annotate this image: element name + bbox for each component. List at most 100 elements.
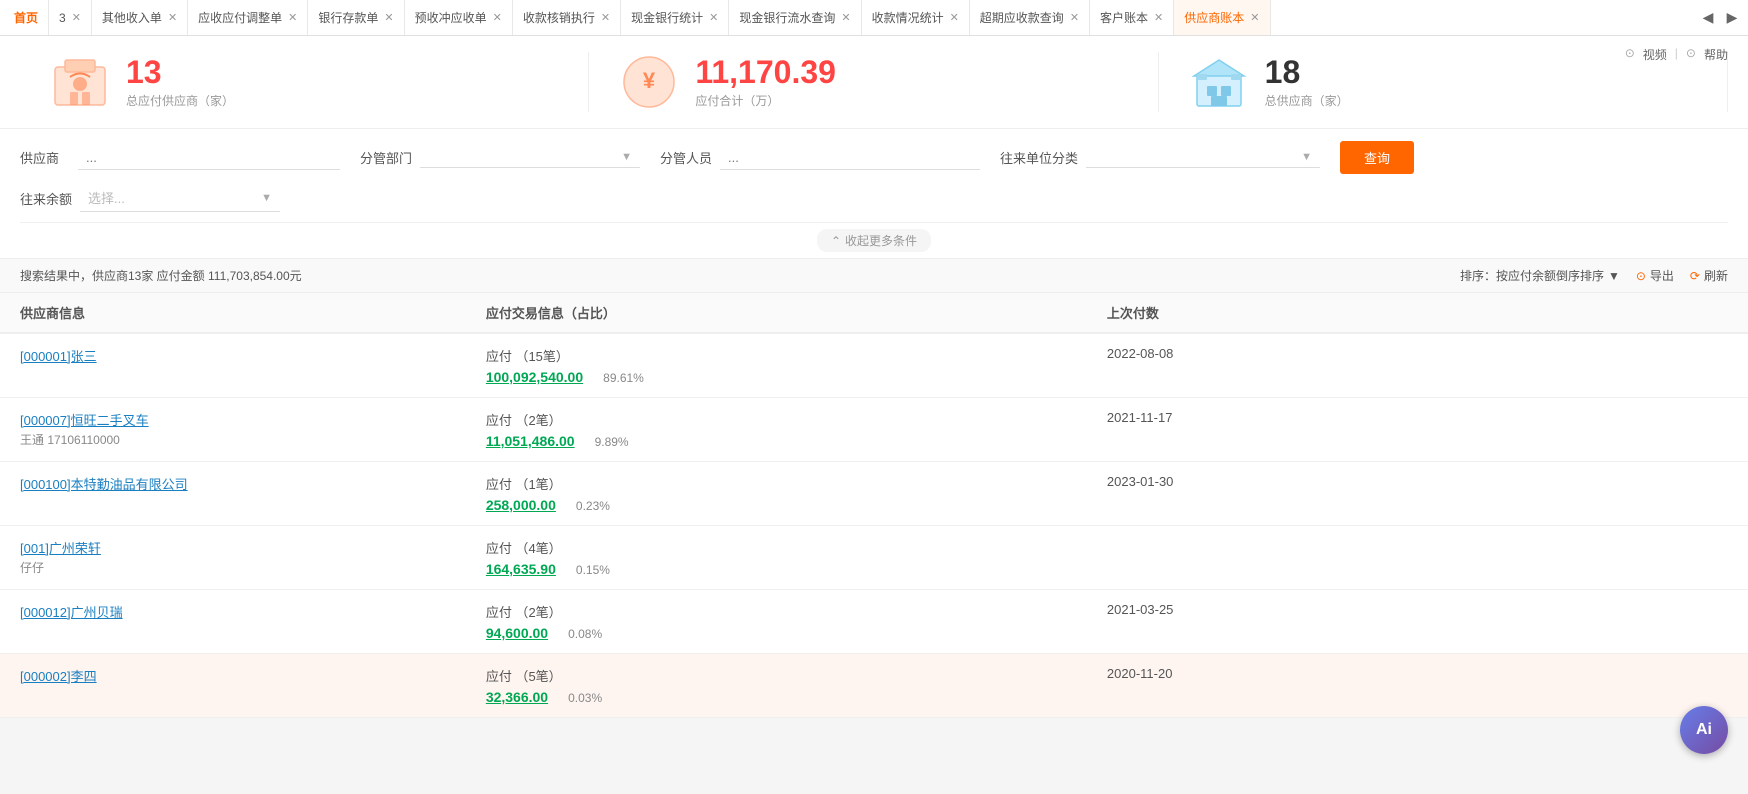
supplier-account-close-icon[interactable]: ✕ [1250, 11, 1259, 24]
nav-tab-collect-stats[interactable]: 收款情况统计 ✕ [862, 0, 970, 36]
table-row: [001]广州荣轩 仔仔 应付 （4笔） 164,635.90 0.15% [0, 526, 1748, 590]
help-link[interactable]: 帮助 [1704, 46, 1728, 63]
row2-last-pay-date: 2021-11-17 [1107, 410, 1173, 425]
row4-supplier-link[interactable]: [001]广州荣轩 [20, 538, 486, 557]
row3-txn-pct: 0.23% [576, 499, 610, 513]
nav-tab-3[interactable]: 3 ✕ [49, 0, 92, 36]
refresh-icon: ⟳ [1690, 269, 1700, 283]
nav-tab-bank-deposit[interactable]: 银行存款单 ✕ [308, 0, 404, 36]
total-suppliers-label: 总供应商（家） [1265, 92, 1349, 109]
circle-icon2: ⊙ [1686, 46, 1696, 63]
row5-txn-pct: 0.08% [568, 627, 602, 641]
nav-tab-overdue-collect[interactable]: 超期应收款查询 ✕ [970, 0, 1090, 36]
row6-txn-label: 应付 （5笔） [486, 666, 1107, 685]
row2-txn-amount[interactable]: 11,051,486.00 [486, 433, 575, 449]
supplier-account-label: 供应商账本 [1184, 9, 1244, 26]
category-filter-select[interactable]: ▼ [1086, 147, 1320, 168]
row3-txn-count: 1笔 [528, 477, 548, 492]
table-row: [000001]张三 应付 （15笔） 100,092,540.00 89.61… [0, 334, 1748, 398]
collapse-up-icon: ⌃ [831, 234, 841, 248]
tab-3-close-icon[interactable]: ✕ [72, 11, 81, 24]
row5-supplier-link[interactable]: [000012]广州贝瑞 [20, 602, 486, 621]
filter-person: 分管人员 [660, 146, 980, 170]
row6-txn-amount[interactable]: 32,366.00 [486, 689, 548, 705]
search-button[interactable]: 查询 [1340, 141, 1414, 174]
other-income-close-icon[interactable]: ✕ [168, 11, 177, 24]
cash-bank-flow-close-icon[interactable]: ✕ [841, 11, 850, 24]
nav-tab-home[interactable]: 首页 [4, 0, 49, 36]
nav-tab-advance-collect[interactable]: 预收冲应收单 ✕ [405, 0, 513, 36]
payable-suppliers-text: 13 总应付供应商（家） [126, 56, 234, 109]
collapse-button[interactable]: ⌃ 收起更多条件 [817, 229, 931, 252]
bank-deposit-close-icon[interactable]: ✕ [384, 11, 393, 24]
advance-collect-close-icon[interactable]: ✕ [493, 11, 502, 24]
nav-tab-cash-bank-stats[interactable]: 现金银行统计 ✕ [621, 0, 729, 36]
row4-txn-row: 164,635.90 0.15% [486, 559, 1107, 577]
result-summary-text: 搜索结果中，供应商13家 应付金额 111,703,854.00元 [20, 267, 1460, 284]
filter-row-1: 供应商 分管部门 ▼ 分管人员 往来单位分类 ▼ 查询 [20, 141, 1728, 174]
cash-bank-stats-close-icon[interactable]: ✕ [709, 11, 718, 24]
export-button[interactable]: ⊙ 导出 [1636, 267, 1674, 284]
row5-supplier-col: [000012]广州贝瑞 [20, 602, 486, 621]
summary-card-payable-suppliers: 13 总应付供应商（家） [20, 52, 589, 112]
person-filter-label: 分管人员 [660, 148, 712, 167]
collect-verify-close-icon[interactable]: ✕ [601, 11, 610, 24]
row3-txn-amount[interactable]: 258,000.00 [486, 497, 556, 513]
nav-tab-other-income[interactable]: 其他收入单 ✕ [92, 0, 188, 36]
nav-arrow-left-button[interactable]: ◀ [1696, 0, 1720, 36]
overdue-collect-close-icon[interactable]: ✕ [1070, 11, 1079, 24]
sort-select[interactable]: 排序：按应付余额倒序排序 ▼ [1460, 267, 1620, 284]
col-header-extra [1417, 303, 1728, 322]
balance-filter-select[interactable]: 选择... ▼ [80, 184, 280, 212]
nav-tab-collect-verify[interactable]: 收款核销执行 ✕ [513, 0, 621, 36]
row2-supplier-link[interactable]: [000007]恒旺二手叉车 [20, 410, 486, 429]
ai-floating-button[interactable]: Ai [1680, 706, 1728, 754]
total-suppliers-number: 18 [1265, 56, 1349, 88]
dept-filter-select[interactable]: ▼ [420, 147, 640, 168]
row1-supplier-link[interactable]: [000001]张三 [20, 346, 486, 365]
row6-supplier-link[interactable]: [000002]李四 [20, 666, 486, 685]
nav-tab-ap-adjust[interactable]: 应收应付调整单 ✕ [188, 0, 308, 36]
collect-stats-label: 收款情况统计 [872, 9, 944, 26]
row3-supplier-link[interactable]: [000100]本特勤油品有限公司 [20, 474, 486, 493]
result-actions: 排序：按应付余额倒序排序 ▼ ⊙ 导出 ⟳ 刷新 [1460, 267, 1728, 284]
row6-last-pay-date: 2020-11-20 [1107, 666, 1173, 681]
money-icon: ¥ [619, 52, 679, 112]
row4-txn-amount[interactable]: 164,635.90 [486, 561, 556, 577]
nav-tab-customer-account[interactable]: 客户账本 ✕ [1090, 0, 1174, 36]
person-filter-input[interactable] [720, 146, 980, 170]
collapse-bar: ⌃ 收起更多条件 [20, 222, 1728, 258]
row2-txn-row: 11,051,486.00 9.89% [486, 431, 1107, 449]
table-row: [000007]恒旺二手叉车 王通 17106110000 应付 （2笔） 11… [0, 398, 1748, 462]
row2-supplier-col: [000007]恒旺二手叉车 王通 17106110000 [20, 410, 486, 448]
tab-3-label: 3 [59, 11, 66, 25]
table-row: [000002]李四 应付 （5笔） 32,366.00 0.03% 2020-… [0, 654, 1748, 718]
nav-arrow-right-button[interactable]: ▶ [1720, 0, 1744, 36]
summary-bar: 13 总应付供应商（家） ¥ 11,170.39 应付合计（万） [0, 36, 1748, 129]
row3-transaction-col: 应付 （1笔） 258,000.00 0.23% [486, 474, 1107, 513]
collect-stats-close-icon[interactable]: ✕ [950, 11, 959, 24]
customer-account-close-icon[interactable]: ✕ [1154, 11, 1163, 24]
refresh-button[interactable]: ⟳ 刷新 [1690, 267, 1728, 284]
cash-bank-stats-label: 现金银行统计 [631, 9, 703, 26]
row1-txn-amount[interactable]: 100,092,540.00 [486, 369, 583, 385]
row6-txn-row: 32,366.00 0.03% [486, 687, 1107, 705]
home-tab-label: 首页 [14, 9, 38, 26]
advance-collect-label: 预收冲应收单 [415, 9, 487, 26]
category-arrow-icon: ▼ [1301, 151, 1312, 163]
balance-arrow-icon: ▼ [261, 192, 272, 204]
help-links: ⊙ 视频 | ⊙ 帮助 [1625, 46, 1728, 63]
col-header-supplier: 供应商信息 [20, 303, 486, 322]
ap-adjust-close-icon[interactable]: ✕ [288, 11, 297, 24]
main-table: 供应商信息 应付交易信息（占比） 上次付数 [000001]张三 应付 （15笔… [0, 293, 1748, 718]
supplier-filter-input[interactable] [78, 146, 340, 170]
nav-tab-supplier-account[interactable]: 供应商账本 ✕ [1174, 0, 1270, 36]
row5-txn-amount[interactable]: 94,600.00 [486, 625, 548, 641]
row2-transaction-col: 应付 （2笔） 11,051,486.00 9.89% [486, 410, 1107, 449]
row5-txn-count: 2笔 [528, 605, 548, 620]
video-link[interactable]: 视频 [1643, 46, 1667, 63]
nav-tab-cash-bank-flow[interactable]: 现金银行流水查询 ✕ [729, 0, 861, 36]
collect-verify-label: 收款核销执行 [523, 9, 595, 26]
row3-txn-row: 258,000.00 0.23% [486, 495, 1107, 513]
cash-bank-flow-label: 现金银行流水查询 [739, 9, 835, 26]
